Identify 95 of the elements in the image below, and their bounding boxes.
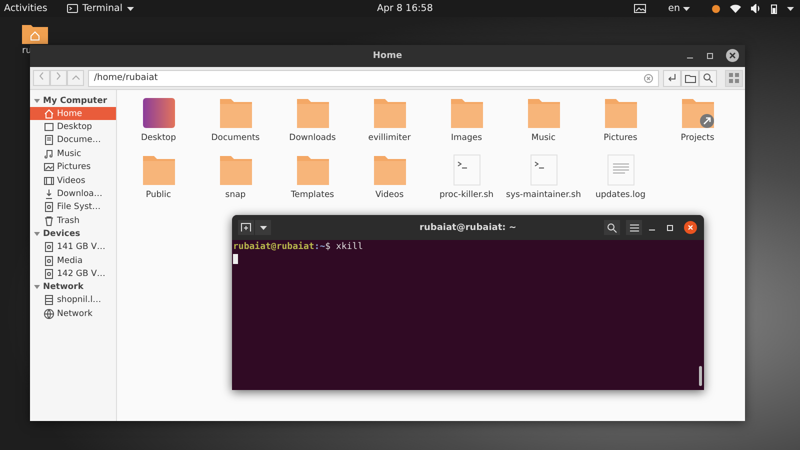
file-name[interactable]: evillimiter bbox=[368, 133, 411, 144]
sidebar-section-title: Network bbox=[43, 282, 84, 292]
screen-icon[interactable] bbox=[634, 4, 646, 13]
sidebar-item[interactable]: Downloa… bbox=[30, 187, 116, 201]
maximize-icon[interactable] bbox=[706, 52, 714, 60]
text-cursor bbox=[233, 254, 238, 264]
drive-icon bbox=[44, 202, 54, 212]
sidebar-section-title: Devices bbox=[43, 229, 80, 240]
tab-menu-button[interactable] bbox=[255, 220, 271, 235]
sidebar-item[interactable]: Trash bbox=[30, 214, 116, 228]
volume-icon[interactable] bbox=[751, 4, 761, 13]
view-toggle-button[interactable] bbox=[725, 70, 743, 86]
toggle-location-button[interactable] bbox=[663, 70, 681, 86]
download-icon bbox=[44, 189, 54, 200]
file-name[interactable]: Images bbox=[450, 133, 482, 144]
picture-icon bbox=[44, 162, 54, 172]
menu-icon bbox=[630, 224, 638, 232]
search-icon bbox=[607, 222, 617, 232]
file-name[interactable]: Pictures bbox=[604, 133, 638, 144]
app-menu[interactable]: Terminal bbox=[67, 3, 134, 14]
battery-icon[interactable] bbox=[771, 4, 777, 14]
caret-icon bbox=[683, 7, 690, 11]
music-icon bbox=[44, 148, 54, 159]
sidebar-item[interactable]: 142 GB V… bbox=[30, 267, 116, 281]
maximize-icon[interactable] bbox=[666, 224, 674, 232]
desktop-icon bbox=[44, 122, 54, 132]
home-icon bbox=[44, 108, 54, 119]
sidebar-item[interactable]: Network bbox=[30, 307, 116, 320]
drive-icon bbox=[44, 256, 54, 266]
new-tab-icon bbox=[241, 223, 251, 232]
expander-icon[interactable] bbox=[34, 98, 40, 104]
sidebar-item[interactable]: Docume… bbox=[30, 134, 116, 148]
caret-icon bbox=[260, 226, 266, 230]
file-name[interactable]: updates.log bbox=[595, 190, 646, 201]
new-folder-button[interactable] bbox=[681, 70, 699, 86]
trash-icon bbox=[44, 216, 54, 226]
new-tab-button[interactable] bbox=[238, 220, 254, 235]
file-name[interactable]: Projects bbox=[680, 133, 714, 144]
search-button[interactable] bbox=[699, 70, 717, 86]
drive-icon bbox=[44, 268, 54, 279]
window-title: rubaiat@rubaiat: ~ bbox=[420, 222, 516, 232]
activities-button[interactable]: Activities bbox=[4, 3, 48, 14]
caret-icon[interactable] bbox=[787, 6, 794, 10]
grid-icon bbox=[729, 73, 739, 83]
file-name[interactable]: sys-maintainer.sh bbox=[506, 190, 581, 201]
return-arrow-icon bbox=[667, 73, 677, 83]
home-folder-icon[interactable] bbox=[22, 22, 48, 44]
folder-icon bbox=[684, 74, 696, 82]
sidebar-item[interactable]: shopnil.l… bbox=[30, 294, 116, 308]
folder-icon[interactable] bbox=[680, 97, 714, 129]
location-field[interactable]: /home/rubaiat bbox=[88, 70, 659, 86]
file-name[interactable]: snap bbox=[225, 190, 246, 201]
close-icon[interactable] bbox=[726, 49, 739, 62]
globe-icon bbox=[44, 308, 54, 319]
file-name[interactable]: Downloads bbox=[289, 133, 336, 144]
clear-icon[interactable] bbox=[644, 74, 653, 82]
sidebar-item[interactable]: Media bbox=[30, 254, 116, 268]
desktop-folder-icon[interactable] bbox=[142, 97, 176, 129]
file-name[interactable]: Documents bbox=[211, 133, 260, 144]
close-icon[interactable] bbox=[684, 221, 697, 234]
caret-icon bbox=[126, 6, 134, 10]
link-arrow-icon bbox=[700, 114, 714, 128]
file-name[interactable]: Public bbox=[146, 190, 172, 201]
expander-icon[interactable] bbox=[34, 231, 40, 238]
server-icon bbox=[44, 295, 54, 306]
notification-dot-icon[interactable] bbox=[712, 4, 720, 12]
file-name[interactable]: proc-killer.sh bbox=[439, 190, 494, 201]
file-name[interactable]: Desktop bbox=[140, 133, 176, 144]
chevron-left-icon bbox=[39, 72, 44, 80]
scrollbar[interactable] bbox=[699, 366, 702, 386]
sidebar-item[interactable]: Music bbox=[30, 147, 116, 161]
file-name[interactable]: Music bbox=[531, 133, 556, 144]
expander-icon[interactable] bbox=[34, 284, 40, 290]
search-icon bbox=[703, 73, 713, 83]
language-menu[interactable]: en bbox=[668, 3, 690, 14]
document-icon bbox=[44, 135, 54, 146]
wifi-icon[interactable] bbox=[730, 4, 741, 13]
menu-button[interactable] bbox=[626, 220, 642, 235]
clock[interactable]: Apr 8 16:58 bbox=[377, 3, 433, 14]
search-button[interactable] bbox=[604, 220, 620, 235]
sidebar-item[interactable]: Pictures bbox=[30, 160, 116, 174]
chevron-up-icon bbox=[72, 75, 80, 80]
file-name[interactable]: Templates bbox=[290, 190, 334, 201]
drive-icon bbox=[44, 242, 54, 252]
sidebar-item[interactable]: File Syst… bbox=[30, 200, 116, 214]
window-title: Home bbox=[372, 51, 402, 61]
video-icon bbox=[44, 176, 54, 186]
terminal-icon bbox=[67, 4, 78, 13]
sidebar-section-title: My Computer bbox=[43, 96, 108, 106]
sidebar-item[interactable]: Videos bbox=[30, 174, 116, 188]
chevron-right-icon bbox=[56, 72, 61, 80]
terminal-command-line: rubaiat@rubaiat:~$ xkill bbox=[233, 242, 364, 253]
sidebar-item[interactable]: 141 GB V… bbox=[30, 240, 116, 254]
file-name[interactable]: Videos bbox=[375, 190, 404, 201]
sidebar-item[interactable]: Desktop bbox=[30, 120, 116, 134]
